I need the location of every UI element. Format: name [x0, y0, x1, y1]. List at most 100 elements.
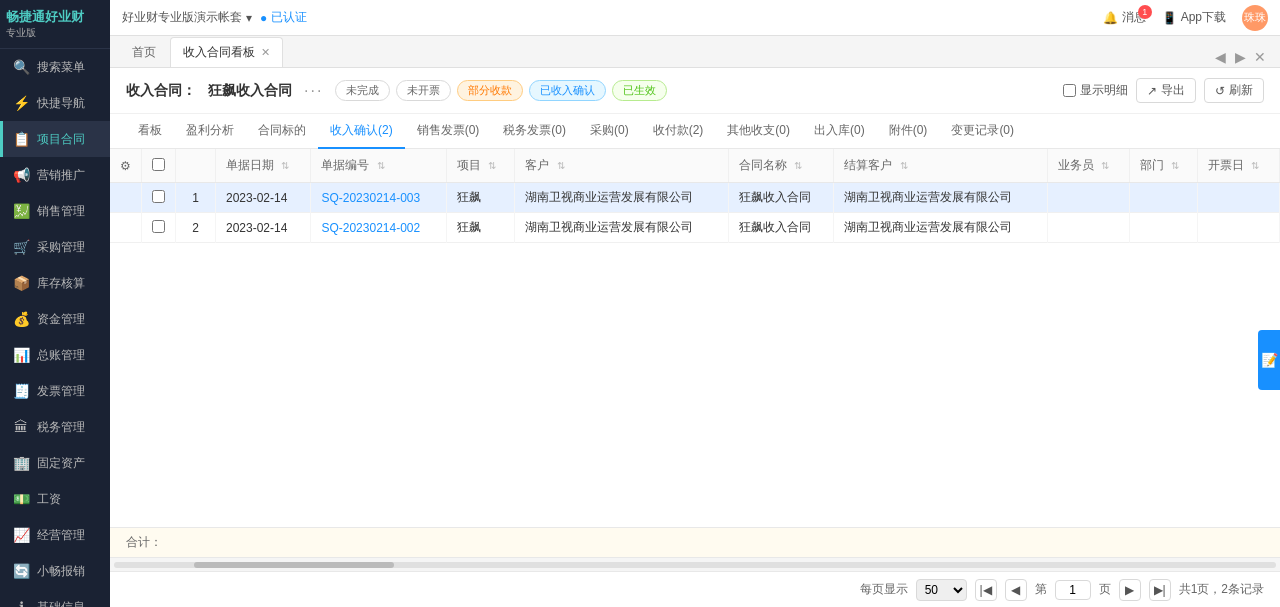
tab-home[interactable]: 首页	[120, 38, 168, 67]
last-page-btn[interactable]: ▶|	[1149, 579, 1171, 601]
row-settlement-0: 湖南卫视商业运营发展有限公司	[834, 183, 1048, 213]
sidebar-item-9[interactable]: 🧾 发票管理	[0, 373, 110, 409]
sidebar-item-14[interactable]: 🔄小畅报销	[0, 553, 110, 589]
status-btn-1[interactable]: 未开票	[396, 80, 451, 101]
next-page-btn[interactable]: ▶	[1119, 579, 1141, 601]
subtab-8[interactable]: 其他收支(0)	[715, 114, 802, 149]
subtab-11[interactable]: 变更记录(0)	[939, 114, 1026, 149]
header-actions: 显示明细 ↗ 导出 ↺ 刷新	[1063, 78, 1264, 103]
prev-page-btn[interactable]: ◀	[1005, 579, 1027, 601]
refresh-btn[interactable]: ↺ 刷新	[1204, 78, 1264, 103]
sidebar-item-8[interactable]: 📊总账管理	[0, 337, 110, 373]
app-download-label: App下载	[1181, 9, 1226, 26]
table-row[interactable]: 2 2023-02-14 SQ-20230214-002 狂飙 湖南卫视商业运营…	[110, 213, 1280, 243]
more-options-btn[interactable]: ···	[304, 82, 323, 100]
subtab-10[interactable]: 附件(0)	[877, 114, 940, 149]
sidebar-item-3[interactable]: 📢营销推广	[0, 157, 110, 193]
sort-contract-icon: ⇅	[794, 160, 802, 171]
company-selector[interactable]: 好业财专业版演示帐套 ▾	[122, 9, 252, 26]
note-symbol: 📝	[1261, 352, 1278, 368]
export-btn[interactable]: ↗ 导出	[1136, 78, 1196, 103]
nav-prev-btn[interactable]: ◀	[1210, 47, 1230, 67]
subtab-2[interactable]: 合同标的	[246, 114, 318, 149]
sidebar-item-6[interactable]: 📦库存核算	[0, 265, 110, 301]
per-page-select[interactable]: 102050100	[916, 579, 967, 601]
row-check-1[interactable]	[142, 213, 176, 243]
sidebar: 畅捷通好业财 专业版 🔍搜索菜单⚡快捷导航📋项目合同📢营销推广💹销售管理🛒采购管…	[0, 0, 110, 607]
verified-badge: 已认证	[260, 9, 307, 26]
tab-close-icon[interactable]: ✕	[261, 46, 270, 59]
sidebar-icon-9: 🧾	[11, 381, 31, 401]
total-info: 共1页，2条记录	[1179, 581, 1264, 598]
subtab-9[interactable]: 出入库(0)	[802, 114, 877, 149]
status-btn-0[interactable]: 未完成	[335, 80, 390, 101]
sidebar-label-9: 发票管理	[37, 383, 85, 400]
sidebar-item-7[interactable]: 💰资金管理	[0, 301, 110, 337]
sidebar-label-10: 税务管理	[37, 419, 85, 436]
table-body: 1 2023-02-14 SQ-20230214-003 狂飙 湖南卫视商业运营…	[110, 183, 1280, 243]
order-link-0[interactable]: SQ-20230214-003	[321, 191, 420, 205]
sidebar-item-10[interactable]: 🏛税务管理	[0, 409, 110, 445]
message-btn[interactable]: 🔔 1 消息	[1103, 9, 1146, 26]
page-input[interactable]	[1055, 580, 1091, 600]
status-btn-3[interactable]: 已收入确认	[529, 80, 606, 101]
sidebar-icon-3: 📢	[11, 165, 31, 185]
avatar[interactable]: 珠珠	[1242, 5, 1268, 31]
first-page-btn[interactable]: |◀	[975, 579, 997, 601]
subtab-5[interactable]: 税务发票(0)	[491, 114, 578, 149]
sidebar-item-4[interactable]: 💹销售管理	[0, 193, 110, 229]
gear-icon[interactable]: ⚙	[120, 159, 131, 173]
nav-close-btn[interactable]: ✕	[1250, 47, 1270, 67]
status-btn-2[interactable]: 部分收款	[457, 80, 523, 101]
sidebar-item-0[interactable]: 🔍搜索菜单	[0, 49, 110, 85]
sidebar-item-2[interactable]: 📋项目合同	[0, 121, 110, 157]
subtab-4[interactable]: 销售发票(0)	[405, 114, 492, 149]
sidebar-item-5[interactable]: 🛒采购管理	[0, 229, 110, 265]
scrollbar-thumb[interactable]	[194, 562, 394, 568]
note-icon-btn[interactable]: 📝	[1258, 330, 1280, 390]
table-wrapper: ⚙ 单据日期 ⇅ 单据编号 ⇅ 项目 ⇅ 客户 ⇅ 合同名称 ⇅ 结算客户 ⇅ …	[110, 149, 1280, 571]
table-area[interactable]: ⚙ 单据日期 ⇅ 单据编号 ⇅ 项目 ⇅ 客户 ⇅ 合同名称 ⇅ 结算客户 ⇅ …	[110, 149, 1280, 527]
tab-contract-board[interactable]: 收入合同看板 ✕	[170, 37, 283, 67]
row-bill-date-0	[1198, 183, 1280, 213]
table-row[interactable]: 1 2023-02-14 SQ-20230214-003 狂飙 湖南卫视商业运营…	[110, 183, 1280, 213]
sidebar-item-1[interactable]: ⚡快捷导航	[0, 85, 110, 121]
horizontal-scrollbar[interactable]	[110, 557, 1280, 571]
row-no-0: 1	[176, 183, 216, 213]
sort-customer-icon: ⇅	[557, 160, 565, 171]
row-date-0: 2023-02-14	[216, 183, 311, 213]
order-link-1[interactable]: SQ-20230214-002	[321, 221, 420, 235]
select-all-checkbox[interactable]	[152, 158, 165, 171]
subtab-0[interactable]: 看板	[126, 114, 174, 149]
subtab-3[interactable]: 收入确认(2)	[318, 114, 405, 149]
row-checkbox-1[interactable]	[152, 220, 165, 233]
sidebar-label-7: 资金管理	[37, 311, 85, 328]
sidebar-item-13[interactable]: 📈经营管理	[0, 517, 110, 553]
th-order-no: 单据编号 ⇅	[311, 149, 446, 183]
subtab-7[interactable]: 收付款(2)	[641, 114, 716, 149]
sidebar-label-6: 库存核算	[37, 275, 85, 292]
th-config: ⚙	[110, 149, 142, 183]
sidebar-item-15[interactable]: ℹ基础信息	[0, 589, 110, 607]
row-settlement-1: 湖南卫视商业运营发展有限公司	[834, 213, 1048, 243]
sort-dept-icon: ⇅	[1171, 160, 1179, 171]
subtab-6[interactable]: 采购(0)	[578, 114, 641, 149]
row-check-0[interactable]	[142, 183, 176, 213]
status-btn-4[interactable]: 已生效	[612, 80, 667, 101]
topbar: 好业财专业版演示帐套 ▾ 已认证 🔔 1 消息 📱 App下载 珠珠	[110, 0, 1280, 36]
app-download-btn[interactable]: 📱 App下载	[1162, 9, 1226, 26]
sidebar-item-12[interactable]: 💵工资	[0, 481, 110, 517]
nav-next-btn[interactable]: ▶	[1230, 47, 1250, 67]
subtab-1[interactable]: 盈利分析	[174, 114, 246, 149]
company-name: 好业财专业版演示帐套	[122, 9, 242, 26]
data-table: ⚙ 单据日期 ⇅ 单据编号 ⇅ 项目 ⇅ 客户 ⇅ 合同名称 ⇅ 结算客户 ⇅ …	[110, 149, 1280, 243]
export-label: 导出	[1161, 82, 1185, 99]
scrollbar-track	[114, 562, 1276, 568]
table-footer: 合计：	[110, 527, 1280, 557]
row-checkbox-0[interactable]	[152, 190, 165, 203]
sidebar-item-11[interactable]: 🏢固定资产	[0, 445, 110, 481]
sidebar-label-0: 搜索菜单	[37, 59, 85, 76]
th-salesperson: 业务员 ⇅	[1047, 149, 1129, 183]
message-badge: 1	[1138, 5, 1152, 19]
show-detail-checkbox[interactable]	[1063, 84, 1076, 97]
